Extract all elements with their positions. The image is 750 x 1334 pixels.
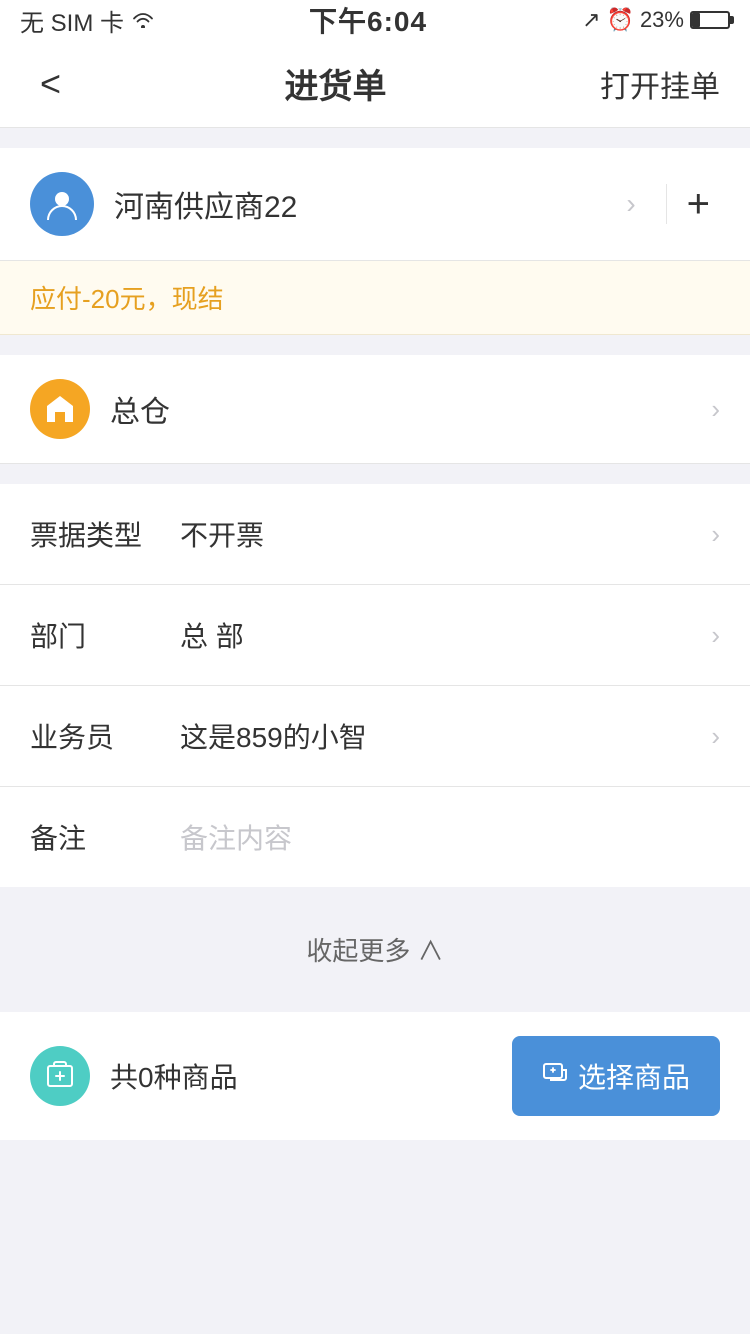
open-pending-button[interactable]: 打开挂单: [600, 62, 720, 106]
ticket-type-row[interactable]: 票据类型 不开票 ›: [0, 484, 750, 585]
salesman-value: 这是859的小智: [180, 716, 701, 756]
status-time: 下午6:04: [309, 0, 427, 40]
collapse-button[interactable]: 收起更多 ∧: [0, 907, 750, 992]
department-label: 部门: [30, 615, 150, 655]
status-bar: 无 SIM 卡 下午6:04 ↗ ⏰ 23%: [0, 0, 750, 40]
supplier-section: 河南供应商22 › + 应付-20元，现结: [0, 148, 750, 335]
product-bar: 共0种商品 选择商品: [0, 1012, 750, 1140]
department-chevron-icon: ›: [711, 620, 720, 651]
salesman-label: 业务员: [30, 716, 150, 756]
warehouse-row[interactable]: 总仓 ›: [0, 355, 750, 464]
remark-label: 备注: [30, 817, 150, 857]
warehouse-icon: [30, 379, 90, 439]
add-button[interactable]: +: [677, 182, 720, 227]
carrier-label: 无 SIM 卡: [20, 3, 124, 38]
department-row[interactable]: 部门 总 部 ›: [0, 585, 750, 686]
collapse-label: 收起更多 ∧: [306, 936, 443, 966]
remark-input[interactable]: 备注内容: [180, 817, 720, 857]
wifi-icon: [132, 12, 154, 28]
nav-bar: < 进货单 打开挂单: [0, 40, 750, 128]
notice-bar: 应付-20元，现结: [0, 261, 750, 335]
warehouse-chevron-icon: ›: [711, 394, 720, 425]
status-left: 无 SIM 卡: [20, 3, 154, 38]
form-section: 票据类型 不开票 › 部门 总 部 › 业务员 这是859的小智 › 备注 备注…: [0, 484, 750, 887]
battery-percent: 23%: [640, 7, 684, 33]
salesman-row[interactable]: 业务员 这是859的小智 ›: [0, 686, 750, 787]
ticket-type-chevron-icon: ›: [711, 519, 720, 550]
supplier-avatar: [30, 172, 94, 236]
vertical-divider: [666, 184, 667, 224]
notice-text: 应付-20元，现结: [30, 284, 224, 314]
product-count: 共0种商品: [110, 1056, 512, 1096]
status-right: ↗ ⏰ 23%: [582, 7, 730, 33]
supplier-chevron-icon: ›: [626, 188, 635, 220]
remark-row[interactable]: 备注 备注内容: [0, 787, 750, 887]
back-button[interactable]: <: [30, 53, 71, 115]
page-title: 进货单: [285, 59, 387, 108]
product-icon: [30, 1046, 90, 1106]
salesman-chevron-icon: ›: [711, 721, 720, 752]
location-icon: ↗: [582, 7, 600, 33]
ticket-type-label: 票据类型: [30, 514, 150, 554]
select-product-button[interactable]: 选择商品: [512, 1036, 720, 1116]
battery-icon: [690, 11, 730, 29]
section-gap-1: [0, 128, 750, 148]
alarm-icon: ⏰: [607, 7, 634, 33]
supplier-row[interactable]: 河南供应商22 › +: [0, 148, 750, 261]
select-product-label: 选择商品: [578, 1056, 690, 1096]
warehouse-name: 总仓: [110, 387, 701, 431]
ticket-type-value: 不开票: [180, 514, 701, 554]
department-value: 总 部: [180, 615, 701, 655]
supplier-name: 河南供应商22: [114, 182, 626, 226]
select-product-icon: [542, 1060, 568, 1093]
